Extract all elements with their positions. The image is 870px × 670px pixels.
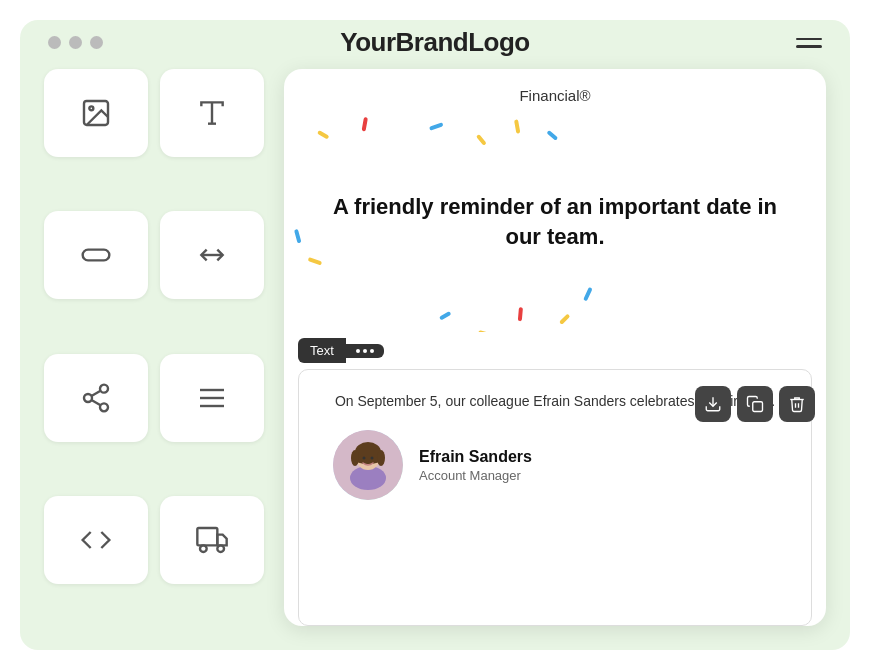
svg-point-16 bbox=[217, 545, 224, 552]
text-badge[interactable]: Text bbox=[298, 338, 346, 363]
svg-rect-19 bbox=[429, 122, 444, 131]
copy-icon bbox=[746, 395, 764, 413]
align-icon bbox=[196, 382, 228, 414]
svg-point-39 bbox=[363, 457, 366, 460]
svg-rect-27 bbox=[518, 307, 523, 321]
app-window: YourBrandLogo bbox=[20, 20, 850, 650]
svg-rect-17 bbox=[317, 130, 329, 139]
svg-point-15 bbox=[200, 545, 207, 552]
text-icon bbox=[196, 97, 228, 129]
button-icon bbox=[80, 239, 112, 271]
dot-c bbox=[370, 349, 374, 353]
download-icon bbox=[704, 395, 722, 413]
brand-logo: YourBrandLogo bbox=[340, 27, 529, 58]
dot-a bbox=[356, 349, 360, 353]
svg-rect-28 bbox=[559, 314, 570, 325]
text-badge-label: Text bbox=[310, 343, 334, 358]
svg-rect-21 bbox=[514, 119, 520, 133]
svg-point-8 bbox=[100, 403, 108, 411]
svg-rect-18 bbox=[362, 117, 368, 131]
profile-info: Efrain Sanders Account Manager bbox=[419, 448, 532, 483]
card-header: Financial® bbox=[284, 69, 826, 112]
svg-rect-25 bbox=[439, 311, 451, 320]
share-icon bbox=[80, 382, 112, 414]
divider-icon bbox=[196, 239, 228, 271]
dot-2 bbox=[69, 36, 82, 49]
avatar bbox=[333, 430, 403, 500]
copy-button[interactable] bbox=[737, 386, 773, 422]
align-tool[interactable] bbox=[160, 354, 264, 442]
profile-title: Account Manager bbox=[419, 468, 532, 483]
svg-point-37 bbox=[377, 450, 385, 466]
svg-rect-4 bbox=[83, 250, 110, 261]
preview-card: Financial® bbox=[284, 69, 826, 626]
svg-line-10 bbox=[91, 390, 100, 395]
dot-b bbox=[363, 349, 367, 353]
svg-rect-29 bbox=[583, 287, 593, 301]
image-icon bbox=[80, 97, 112, 129]
trash-icon bbox=[788, 395, 806, 413]
dots-badge[interactable] bbox=[346, 344, 384, 358]
divider-tool[interactable] bbox=[160, 211, 264, 299]
svg-point-7 bbox=[84, 394, 92, 402]
svg-line-9 bbox=[91, 400, 100, 405]
avatar-image bbox=[333, 430, 403, 500]
dot-3 bbox=[90, 36, 103, 49]
confetti-area: A friendly reminder of an important date… bbox=[284, 112, 826, 332]
profile-row: Efrain Sanders Account Manager bbox=[323, 430, 787, 500]
delete-button[interactable] bbox=[779, 386, 815, 422]
dot-1 bbox=[48, 36, 61, 49]
window-dots bbox=[48, 36, 103, 49]
share-tool[interactable] bbox=[44, 354, 148, 442]
svg-point-6 bbox=[100, 384, 108, 392]
code-icon bbox=[80, 524, 112, 556]
text-tool[interactable] bbox=[160, 69, 264, 157]
headline: A friendly reminder of an important date… bbox=[284, 192, 826, 251]
svg-rect-31 bbox=[753, 402, 763, 412]
top-bar: YourBrandLogo bbox=[20, 20, 850, 59]
svg-point-1 bbox=[89, 106, 93, 110]
code-tool[interactable] bbox=[44, 496, 148, 584]
svg-point-38 bbox=[351, 450, 359, 466]
svg-rect-14 bbox=[197, 528, 217, 545]
hamburger-menu[interactable] bbox=[796, 38, 822, 48]
svg-rect-26 bbox=[478, 330, 493, 332]
profile-name: Efrain Sanders bbox=[419, 448, 532, 466]
ship-tool[interactable] bbox=[160, 496, 264, 584]
svg-rect-22 bbox=[546, 130, 558, 141]
action-icons bbox=[695, 386, 815, 422]
svg-point-40 bbox=[371, 457, 374, 460]
text-badge-row: Text bbox=[284, 332, 826, 369]
svg-rect-24 bbox=[308, 257, 323, 266]
main-content: Financial® bbox=[20, 59, 850, 650]
button-tool[interactable] bbox=[44, 211, 148, 299]
image-tool[interactable] bbox=[44, 69, 148, 157]
svg-rect-20 bbox=[476, 134, 487, 146]
toolbar bbox=[44, 69, 264, 626]
ship-icon bbox=[196, 524, 228, 556]
download-button[interactable] bbox=[695, 386, 731, 422]
content-block: On September 5, our colleague Efrain San… bbox=[298, 369, 812, 626]
